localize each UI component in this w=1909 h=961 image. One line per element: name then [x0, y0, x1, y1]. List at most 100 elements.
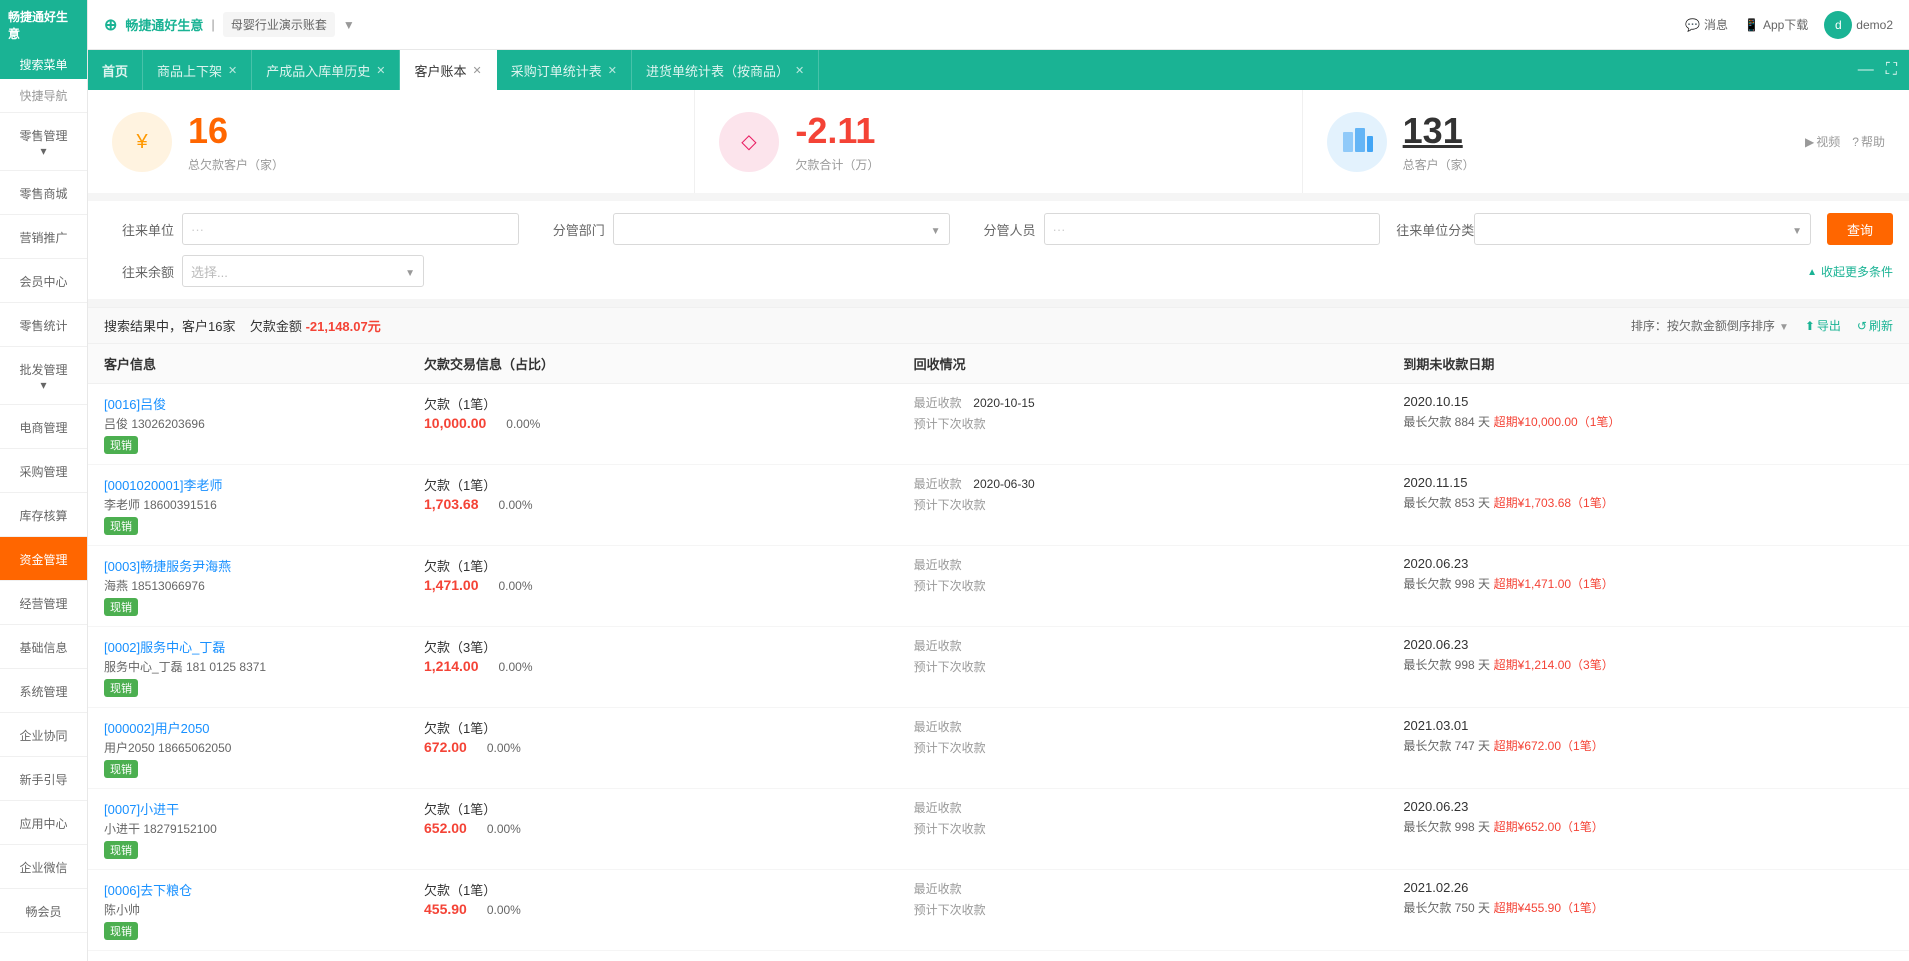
- tab-close-purchase-stats[interactable]: ✕: [795, 64, 804, 77]
- sidebar-item-marketing[interactable]: 营销推广: [0, 215, 87, 259]
- filter-manager: 分管人员 ···: [966, 213, 1381, 245]
- app-download-action[interactable]: 📱 App下载: [1744, 16, 1808, 33]
- overdue-link[interactable]: 超期¥1,214.00（3笔）: [1494, 658, 1614, 672]
- sidebar-item-ecommerce[interactable]: 电商管理: [0, 405, 87, 449]
- sidebar-item-enterprise[interactable]: 企业协同: [0, 713, 87, 757]
- tabbar-minimize-icon[interactable]: —: [1854, 57, 1878, 83]
- sidebar-item-purchase[interactable]: 采购管理: [0, 449, 87, 493]
- tab-products[interactable]: 商品上下架 ✕: [143, 50, 252, 90]
- debt-info-cell: 欠款（1笔） 10,000.00 0.00%: [424, 394, 914, 431]
- sidebar-item-inventory[interactable]: 库存核算: [0, 493, 87, 537]
- debt-amount: 1,214.00: [424, 658, 479, 674]
- tabbar-actions: — ⛶: [1854, 57, 1909, 83]
- last-collection: 最近收款 2020-10-15: [914, 394, 1404, 411]
- search-button[interactable]: 查询: [1827, 213, 1893, 245]
- debt-percent: 0.00%: [499, 579, 533, 593]
- message-action[interactable]: 💬 消息: [1685, 16, 1728, 33]
- sidebar-item-finance[interactable]: 资金管理: [0, 537, 87, 581]
- main-area: ⊕ 畅捷通好生意 | 母婴行业演示账套 ▼ 💬 消息 📱 App下载 d dem…: [88, 0, 1909, 961]
- tab-customer-account[interactable]: 客户账本 ✕: [400, 50, 496, 90]
- table-row: [000002]用户2050 用户2050 18665062050 现销 欠款（…: [88, 708, 1909, 789]
- customer-name-link[interactable]: [0007]小进干: [104, 799, 424, 818]
- customer-name-link[interactable]: [000002]用户2050: [104, 718, 424, 737]
- overdue-link[interactable]: 超期¥1,703.68（1笔）: [1494, 496, 1614, 510]
- overdue-info: 最长欠款 750 天 超期¥455.90（1笔）: [1403, 899, 1893, 916]
- overdue-link[interactable]: 超期¥672.00（1笔）: [1494, 739, 1604, 753]
- customer-tag: 现销: [104, 436, 138, 454]
- balance-select[interactable]: 选择...: [182, 255, 424, 287]
- customer-phone: 李老师 18600391516: [104, 496, 424, 513]
- sidebar-item-enterprise-wx[interactable]: 企业微信: [0, 845, 87, 889]
- due-date: 2021.03.01: [1403, 718, 1893, 733]
- sidebar-search[interactable]: 搜索菜单: [0, 50, 87, 79]
- customer-info-cell: [0007]小进干 小进干 18279152100 现销: [104, 799, 424, 859]
- stat-card-debt-total: ◇ -2.11 欠款合计（万）: [695, 90, 1302, 193]
- tab-close-purchase-order[interactable]: ✕: [608, 64, 617, 77]
- table-row: [0001020001]李老师 李老师 18600391516 现销 欠款（1笔…: [88, 465, 1909, 546]
- sidebar-item-business[interactable]: 经营管理: [0, 581, 87, 625]
- sidebar-item-vip[interactable]: 畅会员: [0, 889, 87, 933]
- results-actions: 排序：按欠款金额倒序排序 ⬆ 导出 ↺ 刷新: [1631, 317, 1893, 334]
- company-arrow-icon[interactable]: ▼: [343, 18, 355, 32]
- tab-purchase-order[interactable]: 采购订单统计表 ✕: [497, 50, 632, 90]
- sidebar-item-app[interactable]: 应用中心: [0, 801, 87, 845]
- table-row: [0016]吕俊 吕俊 13026203696 现销 欠款（1笔） 10,000…: [88, 384, 1909, 465]
- sidebar-item-guide[interactable]: 新手引导: [0, 757, 87, 801]
- quick-nav: 快捷导航: [0, 79, 87, 113]
- category-label: 往来单位分类: [1396, 220, 1466, 239]
- sidebar-item-basic[interactable]: 基础信息: [0, 625, 87, 669]
- supplier-input[interactable]: ···: [182, 213, 519, 245]
- sidebar-nav: 零售管理 ▾ 零售商城 营销推广 会员中心 零售统计 批发管理 ▾ 电商管理: [0, 113, 87, 961]
- tab-close-production[interactable]: ✕: [376, 64, 385, 77]
- tabbar-maximize-icon[interactable]: ⛶: [1882, 57, 1901, 83]
- user-action[interactable]: d demo2: [1824, 11, 1893, 39]
- category-select[interactable]: [1474, 213, 1811, 245]
- filter-category: 往来单位分类: [1396, 213, 1811, 245]
- customer-name-link[interactable]: [0001020001]李老师: [104, 475, 424, 494]
- collapse-button[interactable]: 收起更多条件: [1807, 263, 1893, 280]
- customer-info-cell: [0001020001]李老师 李老师 18600391516 现销: [104, 475, 424, 535]
- debt-count: 欠款（1笔）: [424, 799, 914, 818]
- customer-name-link[interactable]: [0016]吕俊: [104, 394, 424, 413]
- customer-name-link[interactable]: [0003]畅捷服务尹海燕: [104, 556, 424, 575]
- overdue-link[interactable]: 超期¥455.90（1笔）: [1494, 901, 1604, 915]
- overdue-link[interactable]: 超期¥1,471.00（1笔）: [1494, 577, 1614, 591]
- department-select[interactable]: [613, 213, 950, 245]
- overdue-link[interactable]: 超期¥10,000.00（1笔）: [1494, 415, 1621, 429]
- due-date: 2020.10.15: [1403, 394, 1893, 409]
- next-collection: 预计下次收款: [914, 658, 1404, 675]
- overdue-info: 最长欠款 853 天 超期¥1,703.68（1笔）: [1403, 494, 1893, 511]
- refresh-button[interactable]: ↺ 刷新: [1857, 317, 1893, 334]
- overdue-info: 最长欠款 884 天 超期¥10,000.00（1笔）: [1403, 413, 1893, 430]
- tab-home[interactable]: 首页: [88, 50, 143, 90]
- last-collection: 最近收款: [914, 718, 1404, 735]
- sidebar-item-system[interactable]: 系统管理: [0, 669, 87, 713]
- help-action[interactable]: ? 帮助: [1852, 133, 1885, 150]
- sidebar-item-wholesale[interactable]: 批发管理 ▾: [0, 347, 87, 405]
- tab-production[interactable]: 产成品入库单历史 ✕: [252, 50, 400, 90]
- sort-dropdown[interactable]: [1779, 319, 1789, 333]
- sidebar-item-retail-mgmt[interactable]: 零售管理 ▾: [0, 113, 87, 171]
- tab-purchase-stats[interactable]: 进货单统计表（按商品） ✕: [632, 50, 819, 90]
- sidebar-item-member[interactable]: 会员中心: [0, 259, 87, 303]
- sidebar-item-retail-stats[interactable]: 零售统计: [0, 303, 87, 347]
- debt-customers-number: 16: [188, 110, 284, 152]
- tab-close-customer-account[interactable]: ✕: [473, 64, 482, 77]
- customer-name-link[interactable]: [0002]服务中心_丁磊: [104, 637, 424, 656]
- col-customer-info: 客户信息: [104, 354, 424, 373]
- export-button[interactable]: ⬆ 导出: [1805, 317, 1841, 334]
- sidebar-item-retail-mall[interactable]: 零售商城: [0, 171, 87, 215]
- next-collection: 预计下次收款: [914, 496, 1404, 513]
- debt-percent: 0.00%: [487, 903, 521, 917]
- customer-tag: 现销: [104, 841, 138, 859]
- last-collection: 最近收款: [914, 637, 1404, 654]
- tab-close-products[interactable]: ✕: [228, 64, 237, 77]
- manager-input[interactable]: ···: [1044, 213, 1381, 245]
- filter-department: 分管部门: [535, 213, 950, 245]
- customer-name-link[interactable]: [0006]去下粮仓: [104, 880, 424, 899]
- customer-phone: 海燕 18513066976: [104, 577, 424, 594]
- overdue-link[interactable]: 超期¥652.00（1笔）: [1494, 820, 1604, 834]
- table-row: [0002]服务中心_丁磊 服务中心_丁磊 181 0125 8371 现销 欠…: [88, 627, 1909, 708]
- video-action[interactable]: ▶ 视频: [1805, 133, 1840, 150]
- department-chevron-icon: [931, 222, 941, 237]
